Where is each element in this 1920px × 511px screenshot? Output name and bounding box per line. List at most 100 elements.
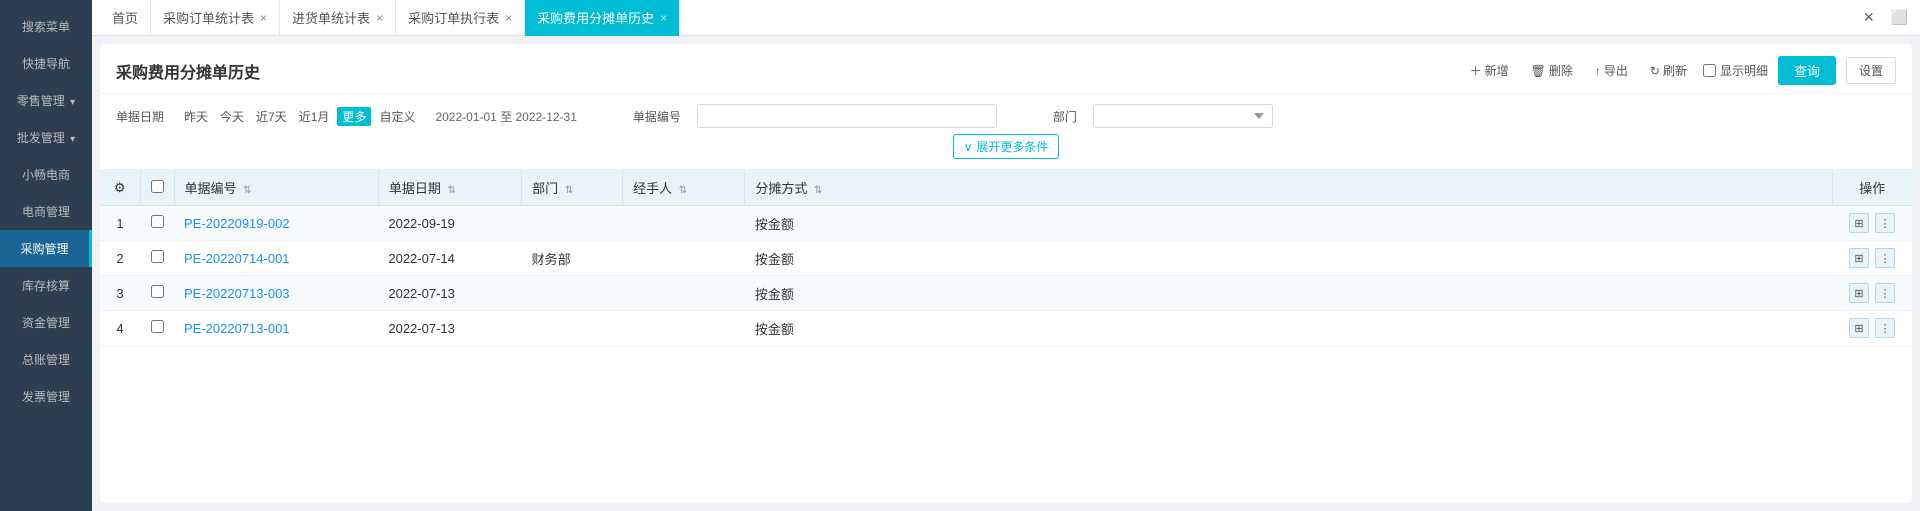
row-handler	[623, 276, 745, 311]
show-details-checkbox-label[interactable]: 显示明细	[1703, 62, 1768, 79]
sidebar-item-retail[interactable]: 零售管理 ▾	[0, 82, 92, 119]
sidebar-item-wholesale[interactable]: 批发管理 ▾	[0, 119, 92, 156]
table-row: 3 PE-20220713-003 2022-07-13 按金额 ⊞ ⋮	[100, 276, 1912, 311]
sidebar-item-invoice[interactable]: 发票管理	[0, 378, 92, 415]
export-icon: ↑	[1595, 64, 1601, 78]
date-option-today[interactable]: 今天	[216, 107, 248, 126]
tab-purchase-order-exec[interactable]: 采购订单执行表 ×	[396, 0, 525, 36]
tab-bar: 首页 采购订单统计表 × 进货单统计表 × 采购订单执行表 × 采购费用分摊单历…	[92, 0, 1920, 36]
date-option-yesterday[interactable]: 昨天	[180, 107, 212, 126]
sidebar-item-ecommerce[interactable]: 电商管理	[0, 193, 92, 230]
delete-button[interactable]: 🗑 删除	[1525, 58, 1579, 83]
refresh-button[interactable]: ↻ 刷新	[1644, 58, 1693, 83]
tab-purchase-order-stats[interactable]: 采购订单统计表 ×	[151, 0, 280, 36]
row-op: ⊞ ⋮	[1832, 276, 1912, 311]
th-settings[interactable]: ⚙	[100, 170, 140, 206]
date-option-more[interactable]: 更多	[337, 107, 371, 126]
main-area: 首页 采购订单统计表 × 进货单统计表 × 采购订单执行表 × 采购费用分摊单历…	[92, 0, 1920, 511]
th-op-label: 操作	[1859, 181, 1885, 196]
th-handler[interactable]: 经手人 ⇅	[623, 170, 745, 206]
bill-no-link[interactable]: PE-20220919-002	[184, 216, 290, 231]
sidebar-item-search[interactable]: 搜索菜单	[0, 8, 92, 45]
date-option-7days[interactable]: 近7天	[252, 107, 291, 126]
sidebar-item-label: 电商管理	[4, 203, 88, 220]
dept-select[interactable]: 财务部	[1093, 104, 1273, 128]
row-op: ⊞ ⋮	[1832, 206, 1912, 241]
row-view-button[interactable]: ⊞	[1849, 248, 1869, 268]
row-num: 1	[100, 206, 140, 241]
bill-no-input[interactable]	[697, 104, 997, 128]
tab-purchase-order-exec-close[interactable]: ×	[505, 11, 512, 25]
row-handler	[623, 241, 745, 276]
row-bill-no: PE-20220919-002	[174, 206, 378, 241]
show-details-checkbox[interactable]	[1703, 64, 1716, 77]
row-checkbox[interactable]	[151, 250, 164, 263]
th-split-method[interactable]: 分摊方式 ⇅	[745, 170, 1832, 206]
row-checkbox-cell[interactable]	[140, 276, 174, 311]
row-checkbox[interactable]	[151, 285, 164, 298]
th-dept[interactable]: 部门 ⇅	[522, 170, 623, 206]
sidebar-item-label: 采购管理	[4, 240, 85, 257]
row-checkbox[interactable]	[151, 320, 164, 333]
row-num: 3	[100, 276, 140, 311]
expand-conditions-button[interactable]: ∨ 展开更多条件	[953, 134, 1060, 159]
row-checkbox-cell[interactable]	[140, 241, 174, 276]
sort-handler-icon: ⇅	[679, 185, 687, 196]
tab-home[interactable]: 首页	[100, 0, 151, 36]
row-dept	[522, 206, 623, 241]
sidebar-item-inventory[interactable]: 库存核算	[0, 267, 92, 304]
row-view-button[interactable]: ⊞	[1849, 283, 1869, 303]
th-bill-no-label: 单据编号	[185, 181, 237, 196]
row-more-button[interactable]: ⋮	[1875, 248, 1895, 268]
data-table-container: ⚙ 单据编号 ⇅ 单据日期 ⇅	[100, 170, 1912, 503]
sidebar-item-quicknav[interactable]: 快捷导航	[0, 45, 92, 82]
date-option-custom[interactable]: 自定义	[375, 107, 419, 126]
sidebar-item-label: 发票管理	[4, 388, 88, 405]
sidebar-item-ecommerce-small[interactable]: 小畅电商	[0, 156, 92, 193]
tab-purchase-order-stats-close[interactable]: ×	[260, 11, 267, 25]
sidebar-item-purchase[interactable]: 采购管理	[0, 230, 92, 267]
header-actions: ＋ 新增 🗑 删除 ↑ 导出 ↻ 刷新 显示明细	[1464, 56, 1896, 85]
tab-purchase-cost-history-close[interactable]: ×	[660, 11, 667, 25]
maximize-window-button[interactable]: ⬜	[1887, 5, 1912, 30]
row-checkbox-cell[interactable]	[140, 206, 174, 241]
row-view-button[interactable]: ⊞	[1849, 318, 1869, 338]
row-checkbox-cell[interactable]	[140, 311, 174, 346]
settings-icon: ⚙	[114, 180, 126, 195]
date-options: 昨天 今天 近7天 近1月 更多 自定义	[180, 107, 419, 126]
th-check[interactable]	[140, 170, 174, 206]
expand-label: 展开更多条件	[976, 138, 1048, 155]
row-more-button[interactable]: ⋮	[1875, 283, 1895, 303]
select-all-checkbox[interactable]	[151, 180, 164, 193]
sidebar-item-label: 库存核算	[4, 277, 88, 294]
sidebar-item-ledger[interactable]: 总账管理	[0, 341, 92, 378]
th-bill-no[interactable]: 单据编号 ⇅	[174, 170, 378, 206]
bill-no-link[interactable]: PE-20220714-001	[184, 251, 290, 266]
sidebar-item-finance[interactable]: 资金管理	[0, 304, 92, 341]
row-checkbox[interactable]	[151, 215, 164, 228]
bill-no-link[interactable]: PE-20220713-001	[184, 321, 290, 336]
delete-icon: 🗑	[1531, 64, 1546, 78]
export-button[interactable]: ↑ 导出	[1589, 58, 1634, 83]
row-bill-no: PE-20220713-003	[174, 276, 378, 311]
row-more-button[interactable]: ⋮	[1875, 318, 1895, 338]
query-button[interactable]: 查询	[1778, 56, 1836, 85]
tab-home-label: 首页	[112, 8, 138, 27]
row-bill-date: 2022-07-13	[378, 311, 521, 346]
sidebar-item-label: 批发管理 ▾	[4, 129, 88, 146]
sidebar-item-label: 快捷导航	[4, 55, 88, 72]
page-header: 采购费用分摊单历史 ＋ 新增 🗑 删除 ↑ 导出 ↻ 刷新	[100, 44, 1912, 94]
th-dept-label: 部门	[532, 181, 558, 196]
date-filter-label: 单据日期	[116, 108, 164, 125]
add-button[interactable]: ＋ 新增	[1464, 58, 1515, 83]
tab-inbound-stats-close[interactable]: ×	[376, 11, 383, 25]
tab-inbound-stats[interactable]: 进货单统计表 ×	[280, 0, 396, 36]
tab-purchase-cost-history[interactable]: 采购费用分摊单历史 ×	[525, 0, 680, 36]
close-window-button[interactable]: ✕	[1859, 5, 1879, 30]
date-option-1month[interactable]: 近1月	[295, 107, 334, 126]
settings-button[interactable]: 设置	[1846, 57, 1896, 84]
bill-no-link[interactable]: PE-20220713-003	[184, 286, 290, 301]
th-bill-date[interactable]: 单据日期 ⇅	[378, 170, 521, 206]
row-more-button[interactable]: ⋮	[1875, 213, 1895, 233]
row-view-button[interactable]: ⊞	[1849, 213, 1869, 233]
